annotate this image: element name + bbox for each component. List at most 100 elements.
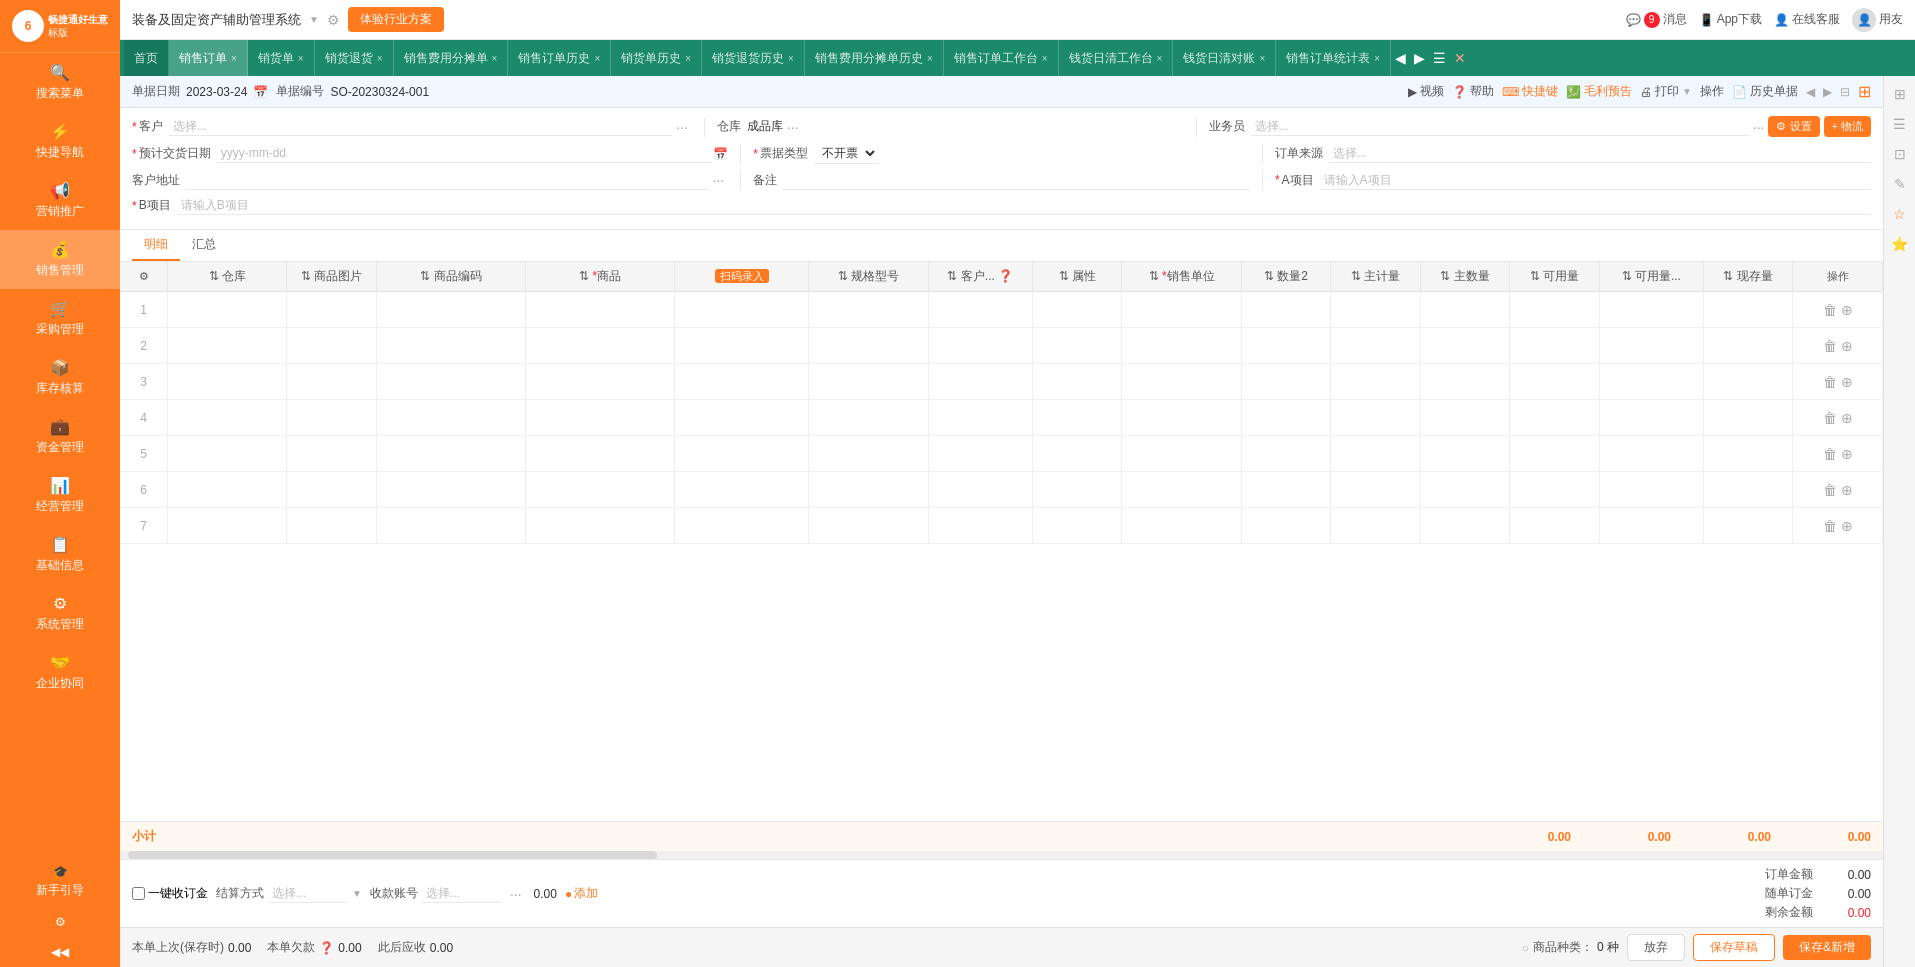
sidebar-item-search[interactable]: 🔍 搜索菜单 <box>0 53 120 112</box>
account-more-btn[interactable]: ··· <box>506 886 526 902</box>
tab-close-sales-return[interactable]: × <box>377 53 383 64</box>
address-input[interactable] <box>186 171 708 190</box>
solution-btn[interactable]: 体验行业方案 <box>348 7 444 32</box>
sidebar-item-quick[interactable]: ⚡ 快捷导航 <box>0 112 120 171</box>
app-download-btn[interactable]: 📱 App下载 <box>1699 11 1762 28</box>
tab-sales-stats[interactable]: 销售订单统计表 × <box>1276 40 1391 76</box>
cell-spec[interactable] <box>809 364 928 400</box>
tab-close-expense-history[interactable]: × <box>927 53 933 64</box>
toolbar-nav-next[interactable]: ▶ <box>1823 85 1832 99</box>
right-panel-btn-5[interactable]: ☆ <box>1886 200 1914 228</box>
sidebar-item-marketing[interactable]: 📢 营销推广 <box>0 171 120 230</box>
delete-row-btn[interactable]: 🗑 <box>1823 338 1837 354</box>
delete-row-btn[interactable]: 🗑 <box>1823 518 1837 534</box>
sidebar-item-finance[interactable]: 💼 资金管理 <box>0 407 120 466</box>
cell-qty2[interactable] <box>1241 472 1330 508</box>
cell-customer-code[interactable] <box>928 292 1032 328</box>
cell-spec[interactable] <box>809 292 928 328</box>
cell-unit[interactable] <box>1122 292 1241 328</box>
cell-name[interactable] <box>526 328 675 364</box>
cell-code[interactable] <box>376 292 525 328</box>
toolbar-expand-view[interactable]: ⊞ <box>1858 82 1871 101</box>
copy-row-btn[interactable]: ⊕ <box>1841 338 1853 354</box>
cell-code[interactable] <box>376 328 525 364</box>
tab-sales-bill[interactable]: 销货单 × <box>248 40 315 76</box>
delivery-input[interactable] <box>217 144 713 163</box>
scan-btn[interactable]: 扫码录入 <box>715 269 769 283</box>
save-draft-btn[interactable]: 保存草稿 <box>1693 934 1775 961</box>
tab-close-return-history[interactable]: × <box>788 53 794 64</box>
cell-attr[interactable] <box>1033 328 1122 364</box>
remark-input[interactable] <box>783 171 1250 190</box>
tab-close-daily-reconcile[interactable]: × <box>1259 53 1265 64</box>
sidebar-item-collab[interactable]: 🤝 企业协同 <box>0 643 120 702</box>
cell-attr[interactable] <box>1033 472 1122 508</box>
ops-btn[interactable]: 操作 <box>1700 83 1724 100</box>
tab-expand-btn[interactable]: ☰ <box>1429 50 1450 66</box>
warehouse-more-btn[interactable]: ··· <box>783 119 803 135</box>
cell-unit[interactable] <box>1122 364 1241 400</box>
delete-row-btn[interactable]: 🗑 <box>1823 302 1837 318</box>
cell-warehouse[interactable] <box>168 328 287 364</box>
cell-name[interactable] <box>526 436 675 472</box>
toolbar-nav-prev[interactable]: ◀ <box>1806 85 1815 99</box>
delete-row-btn[interactable]: 🗑 <box>1823 410 1837 426</box>
tab-order-workbench[interactable]: 销售订单工作台 × <box>944 40 1059 76</box>
delivery-calendar-icon[interactable]: 📅 <box>713 147 728 161</box>
sidebar-item-purchase[interactable]: 🛒 采购管理 <box>0 289 120 348</box>
account-input[interactable] <box>422 884 502 903</box>
cell-main-qty[interactable] <box>1420 292 1509 328</box>
b-project-input[interactable] <box>177 196 1871 215</box>
cell-attr[interactable] <box>1033 436 1122 472</box>
copy-row-btn[interactable]: ⊕ <box>1841 518 1853 534</box>
sidebar-item-guide[interactable]: 🎓 新手引导 <box>0 857 120 907</box>
cell-main-qty[interactable] <box>1420 328 1509 364</box>
tab-sales-order-history[interactable]: 销售订单历史 × <box>508 40 611 76</box>
copy-row-btn[interactable]: ⊕ <box>1841 410 1853 426</box>
cell-qty2[interactable] <box>1241 292 1330 328</box>
cell-name[interactable] <box>526 472 675 508</box>
tab-close-order-workbench[interactable]: × <box>1042 53 1048 64</box>
discard-btn[interactable]: 放弃 <box>1627 934 1685 961</box>
tab-close-all-btn[interactable]: ✕ <box>1450 50 1470 66</box>
order-source-input[interactable] <box>1329 144 1871 163</box>
right-panel-btn-2[interactable]: ☰ <box>1886 110 1914 138</box>
tab-sales-order[interactable]: 销售订单 × <box>169 40 248 76</box>
cell-unit[interactable] <box>1122 436 1241 472</box>
sidebar-item-operations[interactable]: 📊 经营管理 <box>0 466 120 525</box>
cell-unit[interactable] <box>1122 508 1241 544</box>
cell-unit[interactable] <box>1122 400 1241 436</box>
tab-close-bill-history[interactable]: × <box>685 53 691 64</box>
sidebar-item-base[interactable]: 📋 基础信息 <box>0 525 120 584</box>
sidebar-item-system[interactable]: ⚙ 系统管理 <box>0 584 120 643</box>
cell-unit[interactable] <box>1122 472 1241 508</box>
cell-qty2[interactable] <box>1241 328 1330 364</box>
right-panel-btn-4[interactable]: ✎ <box>1886 170 1914 198</box>
copy-row-btn[interactable]: ⊕ <box>1841 446 1853 462</box>
tab-daily-workbench[interactable]: 钱货日清工作台 × <box>1059 40 1174 76</box>
cell-customer-code[interactable] <box>928 436 1032 472</box>
settings-gear-icon[interactable]: ⚙ <box>327 12 340 28</box>
tab-close-order-history[interactable]: × <box>594 53 600 64</box>
cell-name[interactable] <box>526 364 675 400</box>
tab-close-sales-stats[interactable]: × <box>1374 53 1380 64</box>
tab-expense-history[interactable]: 销售费用分摊单历史 × <box>805 40 944 76</box>
salesperson-more-btn[interactable]: ··· <box>1749 119 1769 135</box>
view-btn[interactable]: ▶ 视频 <box>1408 83 1444 100</box>
print-btn[interactable]: 🖨 打印 ▼ <box>1640 83 1692 100</box>
cell-warehouse[interactable] <box>168 292 287 328</box>
calendar-icon[interactable]: 📅 <box>253 85 268 99</box>
cell-qty2[interactable] <box>1241 436 1330 472</box>
right-panel-btn-6[interactable]: ⭐ <box>1886 230 1914 258</box>
cell-main-qty[interactable] <box>1420 364 1509 400</box>
delete-row-btn[interactable]: 🗑 <box>1823 482 1837 498</box>
cell-warehouse[interactable] <box>168 436 287 472</box>
payment-method-input[interactable] <box>268 884 348 903</box>
cell-main-qty[interactable] <box>1420 508 1509 544</box>
customer-more-btn[interactable]: ··· <box>672 119 692 135</box>
cell-attr[interactable] <box>1033 292 1122 328</box>
tab-daily-reconcile[interactable]: 钱货日清对账 × <box>1173 40 1276 76</box>
invoice-select[interactable]: 不开票 <box>814 143 878 164</box>
sidebar-item-settings[interactable]: ⚙ <box>0 907 120 937</box>
cell-code[interactable] <box>376 436 525 472</box>
